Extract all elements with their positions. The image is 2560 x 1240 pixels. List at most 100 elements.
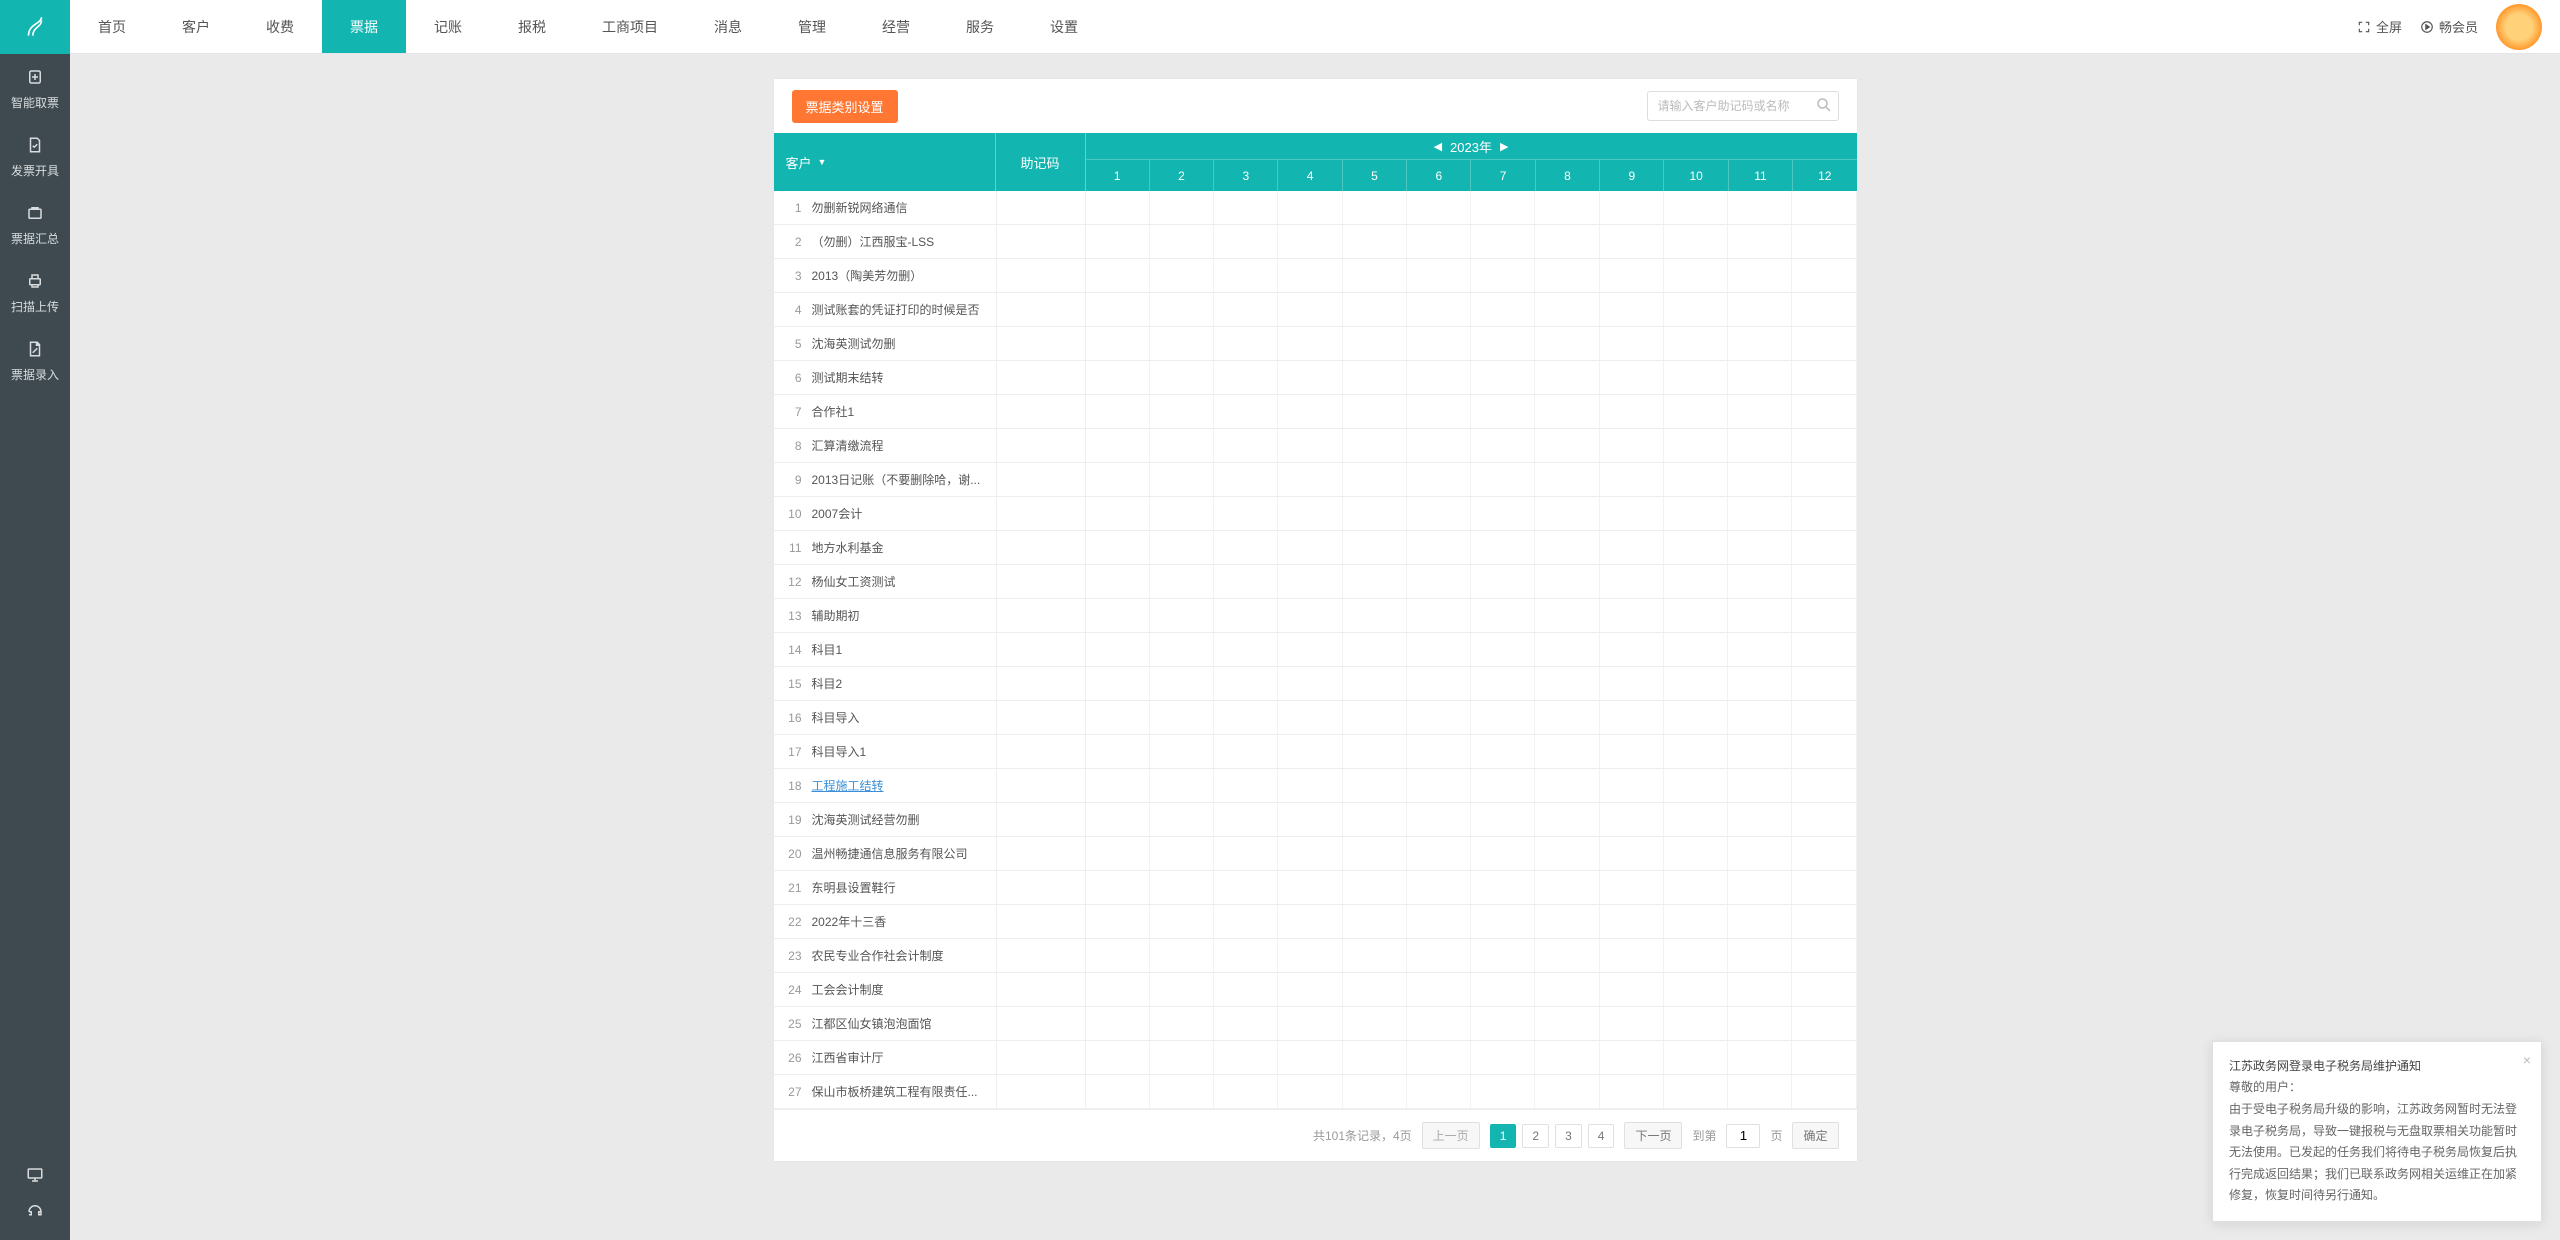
cell-month-5[interactable] — [1343, 837, 1407, 870]
cell-month-1[interactable] — [1086, 973, 1150, 1006]
cell-month-7[interactable] — [1471, 293, 1535, 326]
cell-month-10[interactable] — [1664, 225, 1728, 258]
cell-month-6[interactable] — [1407, 429, 1471, 462]
cell-code[interactable] — [996, 1007, 1086, 1040]
category-settings-button[interactable]: 票据类别设置 — [792, 90, 898, 123]
cell-month-5[interactable] — [1343, 905, 1407, 938]
cell-month-5[interactable] — [1343, 735, 1407, 768]
cell-month-4[interactable] — [1278, 871, 1342, 904]
cell-month-3[interactable] — [1214, 565, 1278, 598]
cell-month-5[interactable] — [1343, 191, 1407, 224]
cell-code[interactable] — [996, 701, 1086, 734]
cell-month-10[interactable] — [1664, 463, 1728, 496]
cell-month-5[interactable] — [1343, 599, 1407, 632]
cell-month-3[interactable] — [1214, 769, 1278, 802]
cell-month-4[interactable] — [1278, 973, 1342, 1006]
cell-month-8[interactable] — [1535, 939, 1599, 972]
cell-month-4[interactable] — [1278, 259, 1342, 292]
cell-month-8[interactable] — [1535, 565, 1599, 598]
topnav-item-4[interactable]: 记账 — [406, 0, 490, 53]
close-icon[interactable]: × — [2523, 1048, 2531, 1073]
cell-month-5[interactable] — [1343, 701, 1407, 734]
cell-month-8[interactable] — [1535, 735, 1599, 768]
cell-month-1[interactable] — [1086, 633, 1150, 666]
cell-month-9[interactable] — [1600, 225, 1664, 258]
cell-month-6[interactable] — [1407, 735, 1471, 768]
cell-month-5[interactable] — [1343, 803, 1407, 836]
cell-month-7[interactable] — [1471, 463, 1535, 496]
topnav-item-8[interactable]: 管理 — [770, 0, 854, 53]
cell-month-1[interactable] — [1086, 361, 1150, 394]
user-avatar[interactable] — [2496, 4, 2542, 50]
cell-month-11[interactable] — [1728, 973, 1792, 1006]
cell-month-3[interactable] — [1214, 429, 1278, 462]
cell-month-8[interactable] — [1535, 1075, 1599, 1108]
cell-month-9[interactable] — [1600, 803, 1664, 836]
cell-month-7[interactable] — [1471, 361, 1535, 394]
cell-month-10[interactable] — [1664, 803, 1728, 836]
cell-month-9[interactable] — [1600, 191, 1664, 224]
cell-month-8[interactable] — [1535, 361, 1599, 394]
cell-code[interactable] — [996, 531, 1086, 564]
cell-month-2[interactable] — [1150, 667, 1214, 700]
month-header-8[interactable]: 8 — [1536, 160, 1600, 191]
cell-month-4[interactable] — [1278, 429, 1342, 462]
cell-code[interactable] — [996, 565, 1086, 598]
cell-month-7[interactable] — [1471, 191, 1535, 224]
cell-month-7[interactable] — [1471, 429, 1535, 462]
cell-code[interactable] — [996, 1041, 1086, 1074]
cell-month-2[interactable] — [1150, 837, 1214, 870]
cell-month-5[interactable] — [1343, 497, 1407, 530]
cell-month-6[interactable] — [1407, 837, 1471, 870]
cell-month-3[interactable] — [1214, 1041, 1278, 1074]
cell-month-12[interactable] — [1792, 327, 1856, 360]
customer-name[interactable]: 工程施工结转 — [806, 769, 996, 802]
cell-month-3[interactable] — [1214, 395, 1278, 428]
cell-month-10[interactable] — [1664, 1075, 1728, 1108]
cell-month-1[interactable] — [1086, 531, 1150, 564]
cell-month-9[interactable] — [1600, 327, 1664, 360]
cell-month-6[interactable] — [1407, 633, 1471, 666]
cell-month-2[interactable] — [1150, 633, 1214, 666]
cell-month-10[interactable] — [1664, 735, 1728, 768]
cell-month-9[interactable] — [1600, 735, 1664, 768]
topnav-item-2[interactable]: 收费 — [238, 0, 322, 53]
sidebar-item-3[interactable]: 扫描上传 — [0, 258, 70, 326]
cell-month-9[interactable] — [1600, 905, 1664, 938]
cell-month-6[interactable] — [1407, 463, 1471, 496]
cell-month-2[interactable] — [1150, 565, 1214, 598]
cell-month-2[interactable] — [1150, 735, 1214, 768]
cell-month-1[interactable] — [1086, 497, 1150, 530]
cell-month-8[interactable] — [1535, 701, 1599, 734]
cell-month-9[interactable] — [1600, 599, 1664, 632]
cell-month-2[interactable] — [1150, 191, 1214, 224]
topnav-item-3[interactable]: 票据 — [322, 0, 406, 53]
cell-month-2[interactable] — [1150, 599, 1214, 632]
cell-month-3[interactable] — [1214, 633, 1278, 666]
cell-month-6[interactable] — [1407, 497, 1471, 530]
fullscreen-button[interactable]: 全屏 — [2357, 17, 2402, 36]
cell-month-9[interactable] — [1600, 429, 1664, 462]
cell-month-8[interactable] — [1535, 803, 1599, 836]
cell-month-8[interactable] — [1535, 769, 1599, 802]
cell-month-10[interactable] — [1664, 973, 1728, 1006]
app-logo[interactable] — [0, 0, 70, 54]
cell-month-2[interactable] — [1150, 803, 1214, 836]
cell-month-9[interactable] — [1600, 565, 1664, 598]
cell-month-9[interactable] — [1600, 497, 1664, 530]
cell-month-8[interactable] — [1535, 531, 1599, 564]
cell-month-9[interactable] — [1600, 633, 1664, 666]
sidebar-item-4[interactable]: 票据录入 — [0, 326, 70, 394]
cell-month-7[interactable] — [1471, 225, 1535, 258]
month-header-7[interactable]: 7 — [1471, 160, 1535, 191]
cell-month-1[interactable] — [1086, 1007, 1150, 1040]
year-prev-button[interactable]: ◀ — [1434, 140, 1442, 153]
cell-month-7[interactable] — [1471, 327, 1535, 360]
cell-month-2[interactable] — [1150, 327, 1214, 360]
topnav-item-7[interactable]: 消息 — [686, 0, 770, 53]
cell-month-6[interactable] — [1407, 939, 1471, 972]
cell-month-4[interactable] — [1278, 463, 1342, 496]
cell-code[interactable] — [996, 497, 1086, 530]
cell-month-10[interactable] — [1664, 327, 1728, 360]
cell-month-10[interactable] — [1664, 599, 1728, 632]
